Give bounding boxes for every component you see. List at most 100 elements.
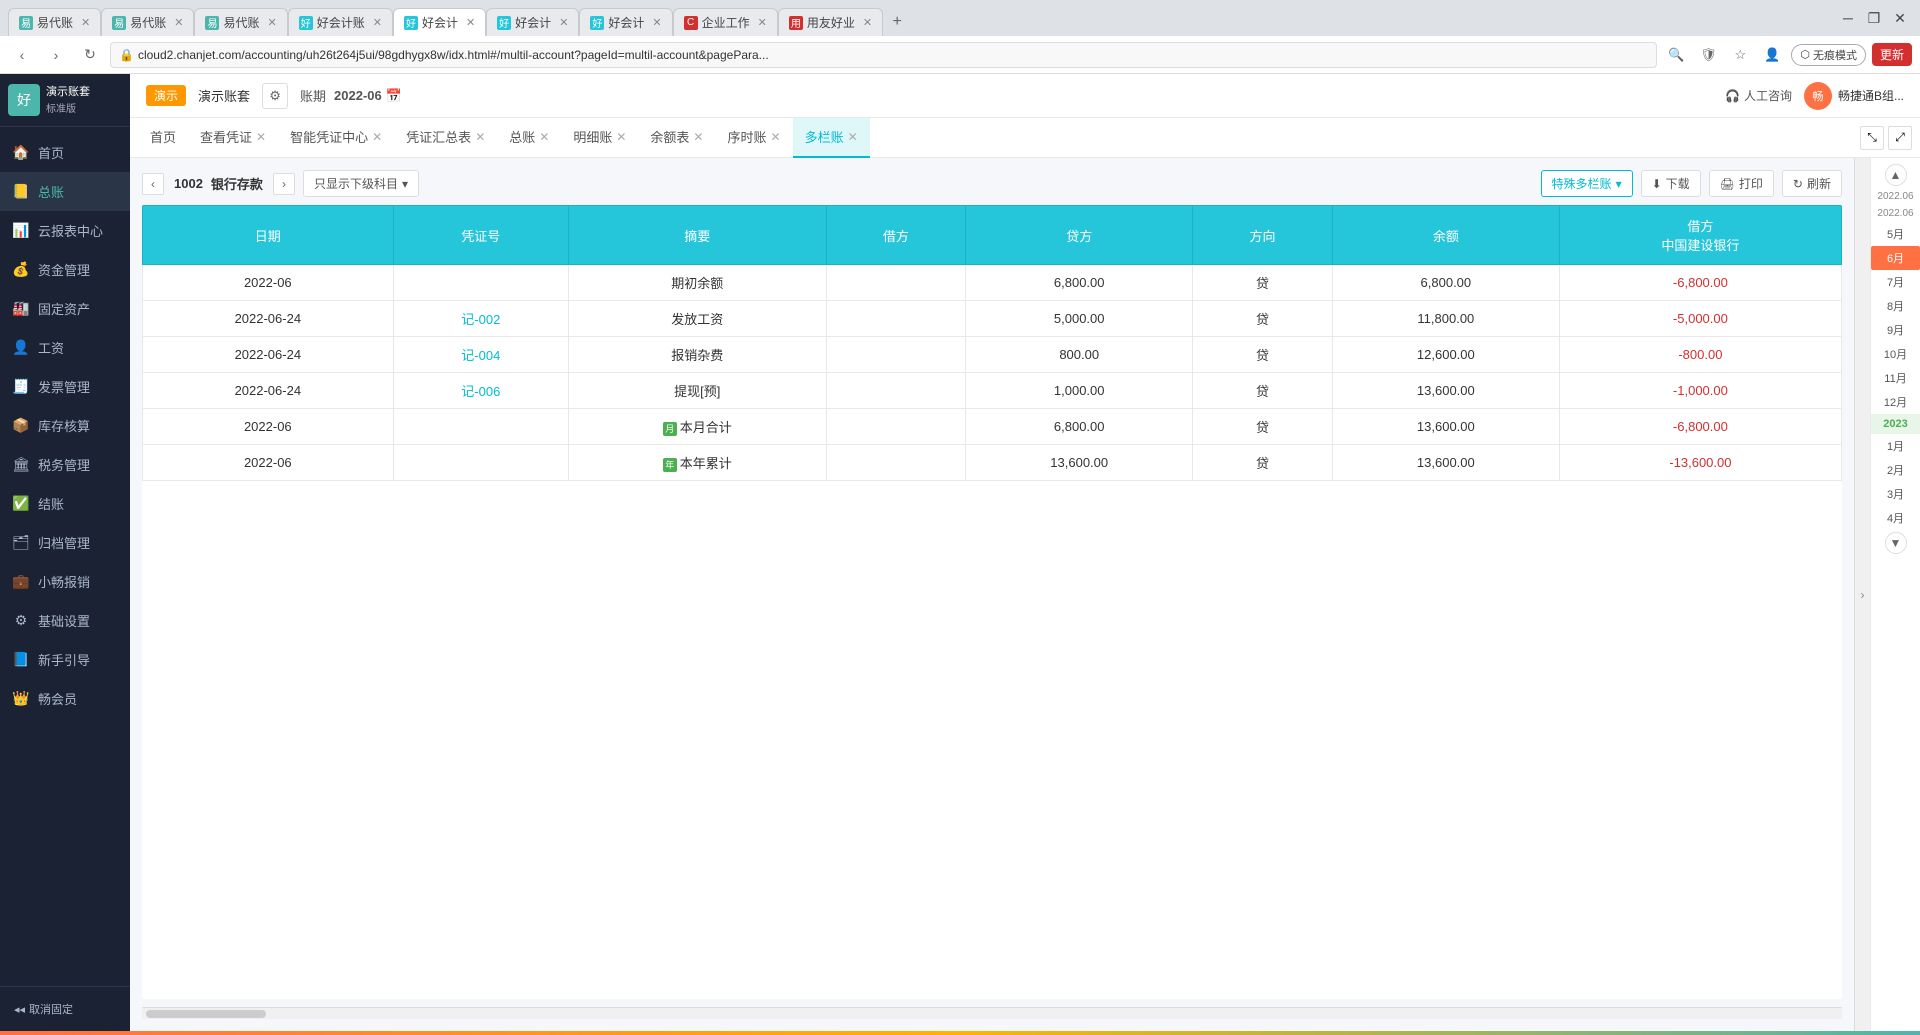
sidebar-item-report[interactable]: 📊 云报表中心: [0, 211, 130, 250]
timeline-month-9[interactable]: 9月: [1871, 318, 1920, 342]
collapse-sidebar-button[interactable]: ◂◂ 取消固定: [8, 995, 122, 1023]
account-settings-button[interactable]: ⚙: [262, 83, 288, 109]
timeline-month-2[interactable]: 2月: [1871, 458, 1920, 482]
timeline-month-7[interactable]: 7月: [1871, 270, 1920, 294]
browser-tab-4[interactable]: 好 好会计账 ✕: [288, 8, 393, 36]
sidebar-item-settle[interactable]: ✅ 结账: [0, 484, 130, 523]
sidebar-item-member[interactable]: 👑 畅会员: [0, 679, 130, 718]
tab-general-ledger[interactable]: 总账 ✕: [497, 118, 561, 158]
timeline-month-10[interactable]: 10月: [1871, 342, 1920, 366]
sidebar-item-ledger[interactable]: 📒 总账: [0, 172, 130, 211]
sidebar-item-salary[interactable]: 👤 工资: [0, 328, 130, 367]
new-tab-button[interactable]: +: [883, 8, 911, 36]
close-tab-sequential[interactable]: ✕: [771, 130, 781, 144]
special-multi-col-button[interactable]: 特殊多栏账 ▾: [1541, 170, 1633, 197]
download-button[interactable]: ⬇ 下载: [1641, 170, 1701, 197]
restore-button[interactable]: ❐: [1862, 6, 1886, 30]
calendar-icon[interactable]: 📅: [386, 88, 402, 104]
tab-close-5[interactable]: ✕: [466, 16, 475, 29]
browser-tab-9[interactable]: 用 用友好业 ✕: [778, 8, 883, 36]
timeline-month-5[interactable]: 5月: [1871, 222, 1920, 246]
close-tab-multi-column[interactable]: ✕: [848, 130, 858, 144]
profile-icon[interactable]: 👤: [1759, 42, 1785, 68]
timeline-month-3[interactable]: 3月: [1871, 482, 1920, 506]
tab-multi-column[interactable]: 多栏账 ✕: [793, 118, 870, 158]
close-tab-smart-voucher[interactable]: ✕: [372, 130, 382, 144]
close-tab-detail-ledger[interactable]: ✕: [616, 130, 626, 144]
print-button[interactable]: 🖨 打印: [1709, 170, 1774, 197]
collapse-icon-button[interactable]: ⤢: [1888, 126, 1912, 150]
close-window-button[interactable]: ✕: [1888, 6, 1912, 30]
sidebar-item-invoice[interactable]: 🧾 发票管理: [0, 367, 130, 406]
star-icon[interactable]: ☆: [1727, 42, 1753, 68]
timeline-month-8[interactable]: 8月: [1871, 294, 1920, 318]
close-tab-general-ledger[interactable]: ✕: [539, 130, 549, 144]
browser-tab-2[interactable]: 易 易代账 ✕: [101, 8, 194, 36]
cell-date: 2022-06: [143, 409, 394, 445]
timeline-month-11[interactable]: 11月: [1871, 366, 1920, 390]
sidebar-item-home[interactable]: 🏠 首页: [0, 133, 130, 172]
tab-view-voucher[interactable]: 查看凭证 ✕: [188, 118, 278, 158]
timeline-month-12[interactable]: 12月: [1871, 390, 1920, 414]
tab-home[interactable]: 首页: [138, 118, 188, 158]
tab-close-8[interactable]: ✕: [758, 16, 767, 29]
browser-tab-7[interactable]: 好 好会计 ✕: [579, 8, 672, 36]
tab-voucher-summary[interactable]: 凭证汇总表 ✕: [394, 118, 497, 158]
scroll-thumb[interactable]: [146, 1010, 266, 1018]
tab-close-4[interactable]: ✕: [373, 16, 382, 29]
timeline-down-button[interactable]: ▼: [1885, 532, 1907, 554]
search-icon[interactable]: 🔍: [1663, 42, 1689, 68]
tab-close-3[interactable]: ✕: [267, 16, 276, 29]
tab-sequential[interactable]: 序时账 ✕: [715, 118, 792, 158]
right-panel-collapse[interactable]: ›: [1854, 158, 1870, 1031]
sidebar-item-tax[interactable]: 🏛 税务管理: [0, 445, 130, 484]
timeline-month-1[interactable]: 1月: [1871, 434, 1920, 458]
sidebar-item-inventory[interactable]: 📦 库存核算: [0, 406, 130, 445]
reload-button[interactable]: ↻: [76, 41, 104, 69]
next-account-button[interactable]: ›: [273, 173, 295, 195]
sidebar-item-asset[interactable]: 🏭 固定资产: [0, 289, 130, 328]
voucher-link[interactable]: 记-006: [461, 384, 500, 399]
tab-balance[interactable]: 余额表 ✕: [638, 118, 715, 158]
incognito-button[interactable]: ⬡ 无痕模式: [1791, 44, 1866, 66]
shield-icon[interactable]: 🛡: [1695, 42, 1721, 68]
timeline-month-6[interactable]: 6月: [1871, 246, 1920, 270]
close-tab-balance[interactable]: ✕: [693, 130, 703, 144]
filter-subcategory-button[interactable]: 只显示下级科目 ▾: [303, 170, 419, 197]
close-tab-view-voucher[interactable]: ✕: [256, 130, 266, 144]
download-icon: ⬇: [1652, 177, 1662, 191]
browser-tab-8[interactable]: C 企业工作 ✕: [673, 8, 778, 36]
horizontal-scrollbar[interactable]: [142, 1007, 1842, 1019]
tab-smart-voucher[interactable]: 智能凭证中心 ✕: [278, 118, 394, 158]
sidebar-item-expense[interactable]: 💼 小畅报销: [0, 562, 130, 601]
browser-tab-3[interactable]: 易 易代账 ✕: [194, 8, 287, 36]
tab-detail-ledger[interactable]: 明细账 ✕: [561, 118, 638, 158]
timeline-month-4[interactable]: 4月: [1871, 506, 1920, 530]
browser-tab-1[interactable]: 易 易代账 ✕: [8, 8, 101, 36]
expand-icon-button[interactable]: ⤡: [1860, 126, 1884, 150]
close-tab-voucher-summary[interactable]: ✕: [475, 130, 485, 144]
update-button[interactable]: 更新: [1872, 43, 1912, 66]
sidebar-navigation: 🏠 首页 📒 总账 📊 云报表中心 💰 资金管理 🏭 固定资产 👤 工资: [0, 127, 130, 986]
forward-button[interactable]: ›: [42, 41, 70, 69]
timeline-up-button[interactable]: ▲: [1885, 164, 1907, 186]
minimize-button[interactable]: ─: [1836, 6, 1860, 30]
tab-close-9[interactable]: ✕: [863, 16, 872, 29]
voucher-link[interactable]: 记-002: [461, 312, 500, 327]
sidebar-item-guide[interactable]: 📘 新手引导: [0, 640, 130, 679]
voucher-link[interactable]: 记-004: [461, 348, 500, 363]
browser-tab-5[interactable]: 好 好会计 ✕: [393, 8, 486, 36]
tab-close-2[interactable]: ✕: [174, 16, 183, 29]
url-input[interactable]: 🔒 cloud2.chanjet.com/accounting/uh26t264…: [110, 42, 1657, 68]
tab-close-6[interactable]: ✕: [559, 16, 568, 29]
tab-close-1[interactable]: ✕: [81, 16, 90, 29]
browser-tab-6[interactable]: 好 好会计 ✕: [486, 8, 579, 36]
sidebar-item-archive[interactable]: 🗂 归档管理: [0, 523, 130, 562]
back-button[interactable]: ‹: [8, 41, 36, 69]
sidebar-item-settings[interactable]: ⚙ 基础设置: [0, 601, 130, 640]
prev-account-button[interactable]: ‹: [142, 173, 164, 195]
tab-close-7[interactable]: ✕: [652, 16, 661, 29]
refresh-button[interactable]: ↻ 刷新: [1782, 170, 1842, 197]
help-button[interactable]: 🎧 人工咨询: [1725, 87, 1792, 104]
sidebar-item-fund[interactable]: 💰 资金管理: [0, 250, 130, 289]
